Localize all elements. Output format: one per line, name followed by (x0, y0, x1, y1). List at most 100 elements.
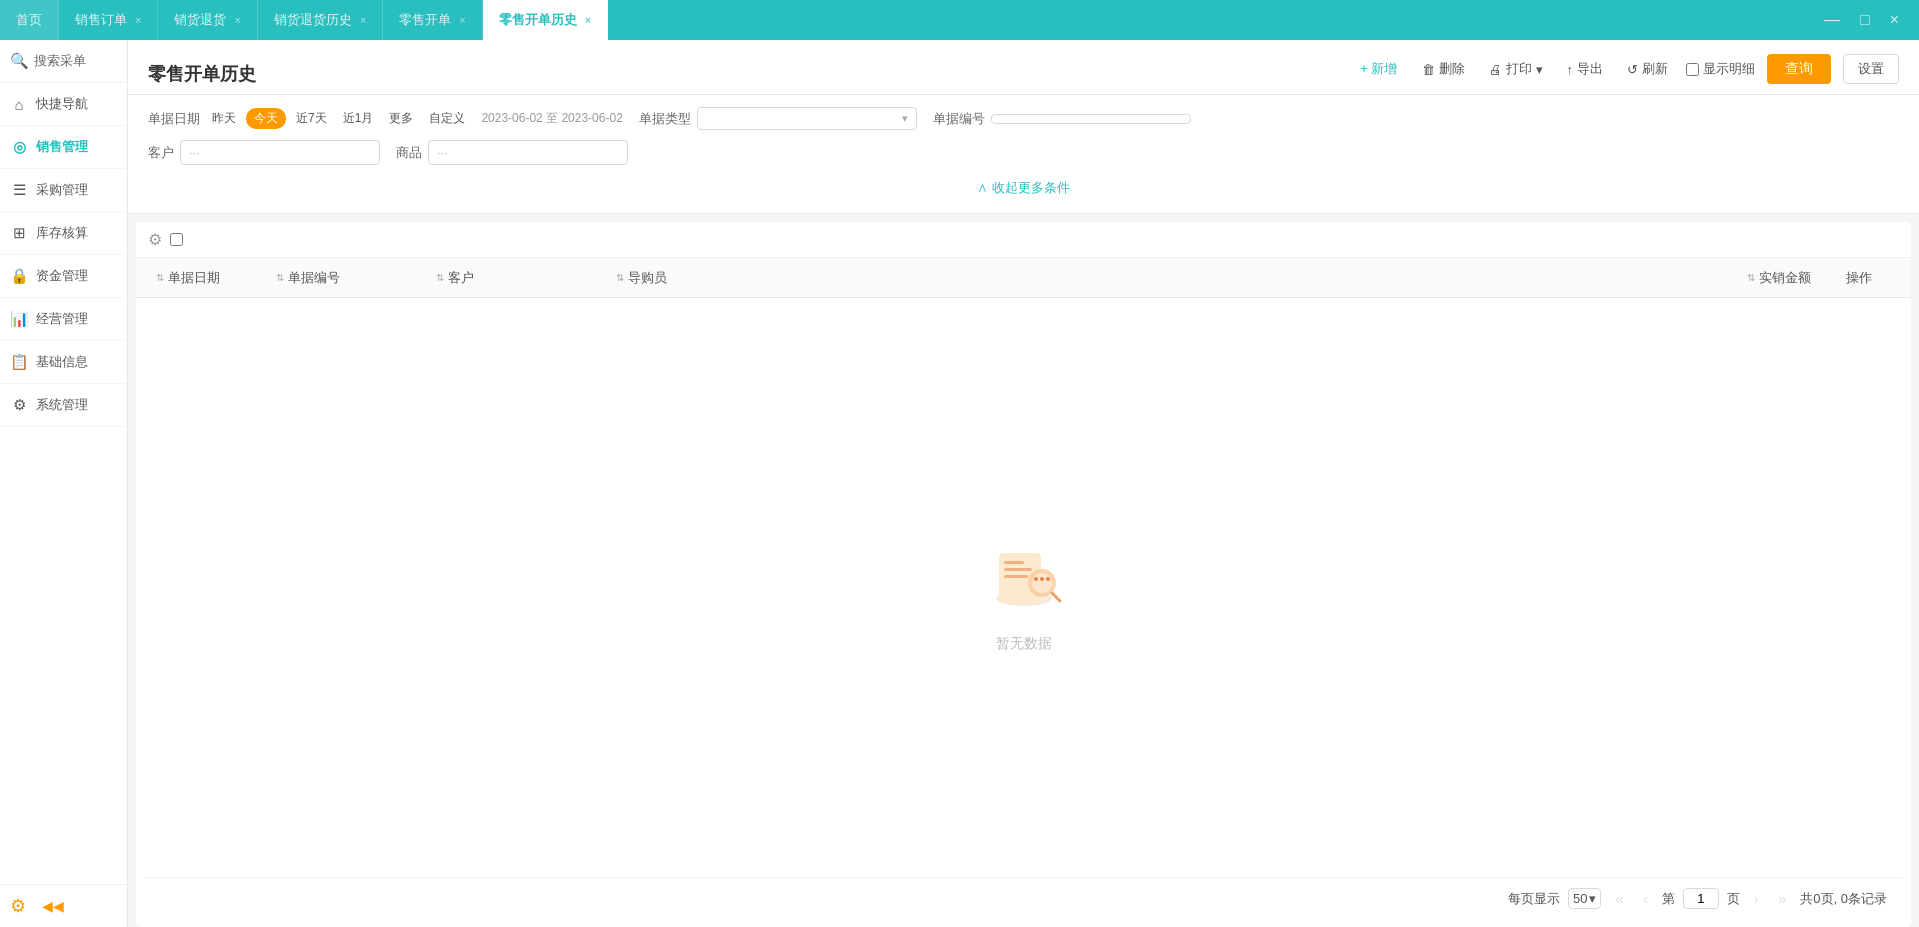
th-date-label: 单据日期 (168, 269, 220, 287)
sidebar-item-inventory[interactable]: ⊞ 库存核算 (0, 212, 127, 255)
sidebar-item-quick-nav[interactable]: ⌂ 快捷导航 (0, 83, 127, 126)
current-page-input[interactable] (1683, 888, 1719, 909)
delete-icon: 🗑 (1422, 62, 1435, 77)
filter-row-2: 客户 ··· 商品 ··· (148, 140, 1899, 165)
window-close-btn[interactable]: × (1886, 11, 1903, 29)
table-settings-icon[interactable]: ⚙ (148, 230, 162, 249)
tab-sales-order[interactable]: 销售订单 × (59, 0, 158, 40)
filter-goods-input[interactable]: ··· (428, 140, 628, 165)
display-detail-toggle[interactable]: 显示明细 (1686, 60, 1755, 78)
tab-sales-return-history-label: 销货退货历史 (274, 11, 352, 29)
tab-sales-return-history[interactable]: 销货退货历史 × (258, 0, 383, 40)
refresh-label: 刷新 (1642, 60, 1668, 78)
svg-point-10 (1046, 577, 1050, 581)
svg-rect-3 (1004, 568, 1032, 571)
date-btn-custom[interactable]: 自定义 (423, 108, 471, 129)
page-size-label: 每页显示 (1508, 890, 1560, 908)
collapse-btn[interactable]: ◀◀ (42, 898, 64, 914)
page-label-before: 第 (1662, 890, 1675, 908)
filter-collapse-btn[interactable]: ∧ 收起更多条件 (969, 175, 1078, 201)
tab-sales-return[interactable]: 销货退货 × (158, 0, 257, 40)
tab-retail-open-history-label: 零售开单历史 (499, 11, 577, 29)
sidebar-item-sales-mgmt[interactable]: ◎ 销售管理 (0, 126, 127, 169)
delete-button[interactable]: 🗑 删除 (1416, 56, 1471, 82)
print-icon: 🖨 (1489, 62, 1502, 77)
home-icon: ⌂ (10, 96, 28, 113)
th-customer-sort[interactable]: ⇅ (436, 272, 444, 283)
tab-sales-return-history-close[interactable]: × (360, 14, 366, 26)
date-btn-1month[interactable]: 近1月 (337, 108, 380, 129)
sidebar-item-quick-nav-label: 快捷导航 (36, 95, 88, 113)
filter-goods-item: 商品 ··· (396, 140, 628, 165)
filter-row-1: 单据日期 昨天 今天 近7天 近1月 更多 自定义 2023-06-02 至 2… (148, 107, 1899, 130)
th-code-sort[interactable]: ⇅ (276, 272, 284, 283)
filter-bill-no-item: 单据编号 (933, 110, 1191, 128)
select-all-checkbox[interactable] (170, 233, 183, 246)
svg-point-6 (1032, 573, 1052, 593)
tab-sales-return-label: 销货退货 (174, 11, 226, 29)
th-customer: ⇅ 客户 (428, 269, 608, 287)
print-arrow-icon: ▾ (1536, 62, 1543, 77)
base-info-icon: 📋 (10, 353, 28, 371)
page-size-select[interactable]: 50 ▾ (1568, 888, 1601, 909)
filter-bill-type-arrow: ▾ (902, 112, 908, 125)
sidebar: 🔍 搜索采单 ⌂ 快捷导航 ◎ 销售管理 ☰ 采购管理 ⊞ 库存核算 🔒 资金管… (0, 40, 128, 927)
tab-sales-return-close[interactable]: × (234, 14, 240, 26)
sidebar-item-purchase-mgmt-label: 采购管理 (36, 181, 88, 199)
tab-retail-open-history-close[interactable]: × (585, 14, 591, 26)
last-page-btn[interactable]: » (1773, 889, 1793, 909)
sidebar-item-purchase-mgmt[interactable]: ☰ 采购管理 (0, 169, 127, 212)
date-btn-yesterday[interactable]: 昨天 (206, 108, 242, 129)
th-amount: ⇅ 实销金额 (728, 269, 1819, 287)
th-amount-sort[interactable]: ⇅ (1747, 272, 1755, 283)
filter-bill-type-label: 单据类型 (639, 110, 691, 128)
tab-retail-open[interactable]: 零售开单 × (383, 0, 482, 40)
sidebar-item-business[interactable]: 📊 经营管理 (0, 298, 127, 341)
date-btn-7days[interactable]: 近7天 (290, 108, 333, 129)
sidebar-item-system[interactable]: ⚙ 系统管理 (0, 384, 127, 427)
filter-bill-no-input[interactable] (991, 114, 1191, 124)
pagination-bar: 每页显示 50 ▾ « ‹ 第 页 › » 共0页, 0条记录 (144, 877, 1903, 919)
th-date: ⇅ 单据日期 (148, 269, 268, 287)
settings-btn[interactable]: ⚙ (10, 895, 26, 917)
delete-label: 删除 (1439, 60, 1465, 78)
svg-rect-2 (1004, 561, 1024, 564)
filter-customer-item: 客户 ··· (148, 140, 380, 165)
tab-sales-order-close[interactable]: × (135, 14, 141, 26)
add-button[interactable]: + 新增 (1354, 56, 1403, 82)
next-page-btn[interactable]: › (1748, 889, 1765, 909)
th-guide-sort[interactable]: ⇅ (616, 272, 624, 283)
refresh-button[interactable]: ↺ 刷新 (1621, 56, 1674, 82)
export-button[interactable]: ↑ 导出 (1561, 56, 1610, 82)
first-page-btn[interactable]: « (1609, 889, 1629, 909)
prev-page-btn[interactable]: ‹ (1637, 889, 1654, 909)
purchase-icon: ☰ (10, 181, 28, 199)
print-label: 打印 (1506, 60, 1532, 78)
header-actions: + 新增 🗑 删除 🖨 打印 ▾ ↑ 导出 ↺ 刷新 (1354, 54, 1899, 94)
tab-home[interactable]: 首页 (0, 0, 59, 40)
settings-button[interactable]: 设置 (1843, 54, 1899, 84)
tab-retail-open-close[interactable]: × (459, 14, 465, 26)
th-date-sort[interactable]: ⇅ (156, 272, 164, 283)
print-button[interactable]: 🖨 打印 ▾ (1483, 56, 1549, 82)
sidebar-item-base-info[interactable]: 📋 基础信息 (0, 341, 127, 384)
date-btn-today[interactable]: 今天 (246, 108, 286, 129)
filter-goods-placeholder: ··· (437, 145, 619, 160)
tab-retail-open-history[interactable]: 零售开单历史 × (483, 0, 608, 40)
svg-point-8 (1034, 577, 1038, 581)
date-btn-more[interactable]: 更多 (383, 108, 419, 129)
window-min-btn[interactable]: — (1820, 11, 1844, 29)
page-header: 零售开单历史 + 新增 🗑 删除 🖨 打印 ▾ ↑ 导出 ↺ (128, 40, 1919, 95)
sidebar-item-finance[interactable]: 🔒 资金管理 (0, 255, 127, 298)
filter-customer-label: 客户 (148, 144, 174, 162)
empty-icon (974, 523, 1074, 623)
sidebar-search[interactable]: 🔍 搜索采单 (0, 40, 127, 83)
display-detail-label: 显示明细 (1703, 60, 1755, 78)
filter-customer-input[interactable]: ··· (180, 140, 380, 165)
empty-state: 暂无数据 (136, 298, 1911, 877)
display-detail-checkbox[interactable] (1686, 63, 1699, 76)
window-max-btn[interactable]: □ (1856, 11, 1874, 29)
query-button[interactable]: 查询 (1767, 54, 1831, 84)
filter-bill-type-select[interactable]: ▾ (697, 107, 917, 130)
refresh-icon: ↺ (1627, 62, 1638, 77)
